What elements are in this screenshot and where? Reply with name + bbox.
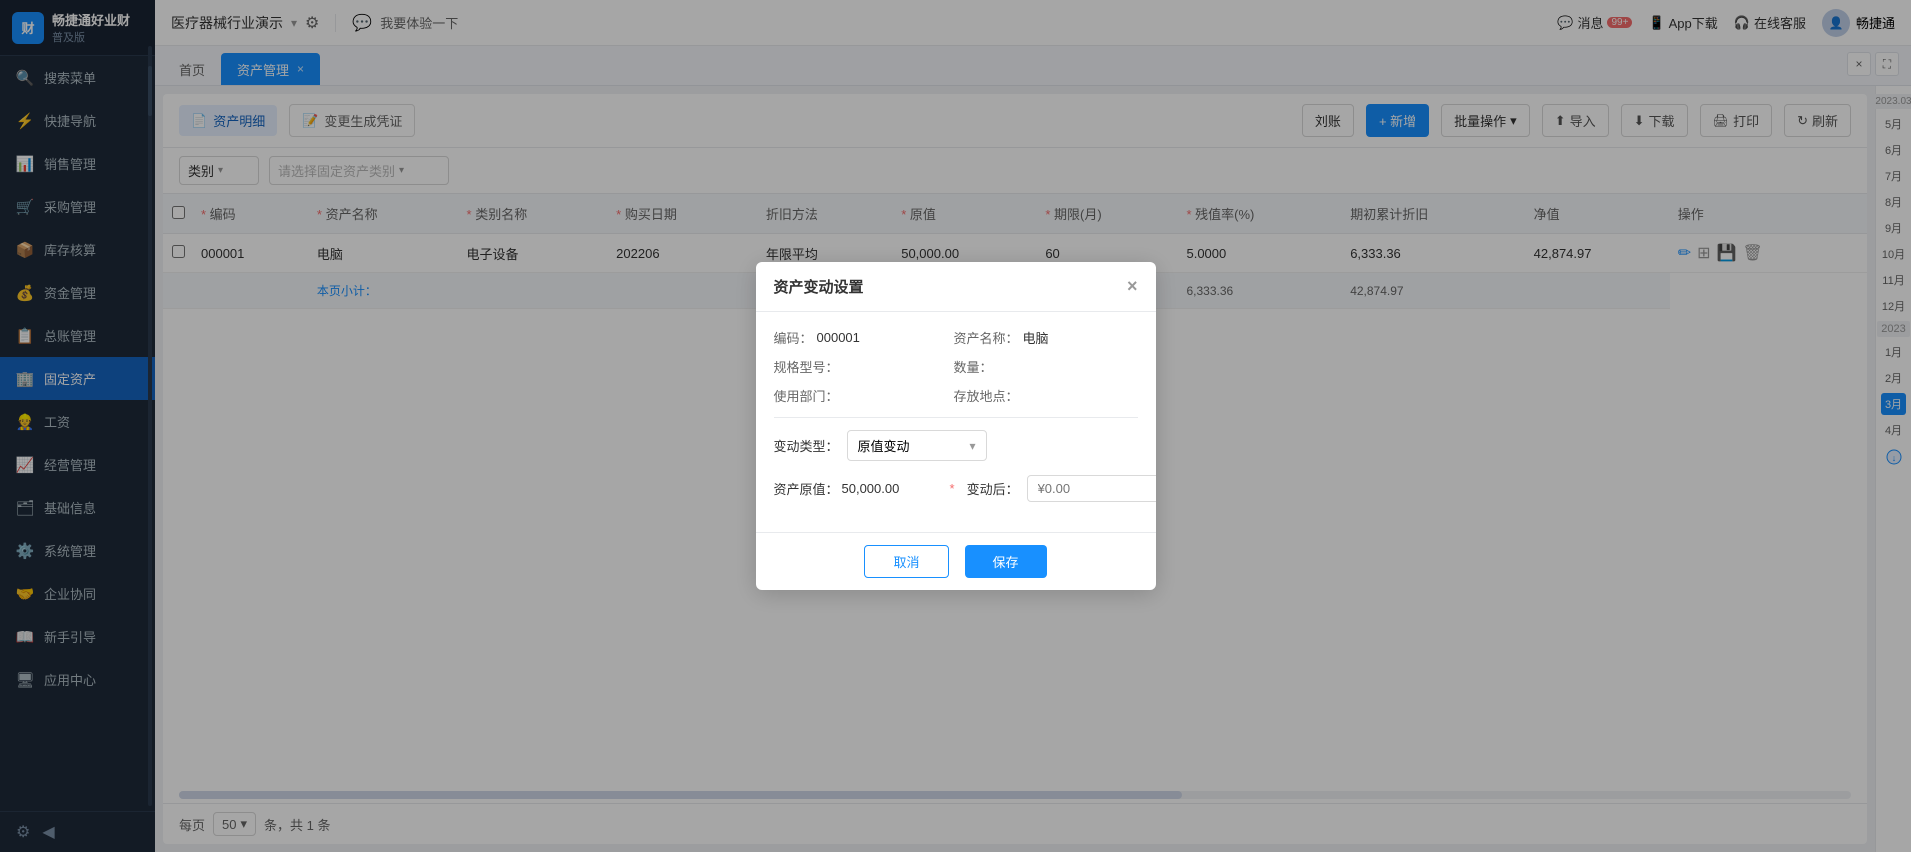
dialog-original-value-label: 资产原值： — [774, 479, 834, 498]
dialog-spec-label: 规格型号： — [774, 357, 839, 376]
dialog-after-change-label: 变动后： — [967, 479, 1019, 498]
dialog-code-label: 编码： — [774, 328, 813, 347]
dialog-assetname-value: 电脑 — [1023, 328, 1049, 347]
dialog-change-type-value: 原值变动 — [858, 436, 910, 455]
dialog-code-item: 编码： 000001 — [774, 328, 934, 347]
cancel-button[interactable]: 取消 — [864, 545, 948, 578]
dialog-change-type-label: 变动类型： — [774, 436, 839, 455]
change-type-arrow-icon: ▾ — [969, 439, 975, 453]
dialog-info-row-3: 使用部门： 存放地点： — [774, 386, 1138, 405]
dialog-info-row-1: 编码： 000001 资产名称： 电脑 — [774, 328, 1138, 347]
dialog-title: 资产变动设置 — [774, 276, 864, 297]
dialog-dept-label: 使用部门： — [774, 386, 839, 405]
dialog-dept-item: 使用部门： — [774, 386, 934, 405]
dialog-quantity-label: 数量： — [954, 357, 993, 376]
dialog-original-value-value: 50,000.00 — [842, 476, 942, 501]
dialog-close-btn[interactable]: × — [1127, 276, 1138, 297]
save-button[interactable]: 保存 — [965, 545, 1047, 578]
dialog-assetname-item: 资产名称： 电脑 — [954, 328, 1114, 347]
dialog-change-type-row: 变动类型： 原值变动 ▾ — [774, 430, 1138, 461]
dialog-divider — [774, 417, 1138, 418]
dialog-header: 资产变动设置 × — [756, 262, 1156, 312]
modal-overlay: 资产变动设置 × 编码： 000001 资产名称： 电脑 规格型号： — [0, 0, 1911, 852]
dialog-location-label: 存放地点： — [954, 386, 1019, 405]
dialog-location-item: 存放地点： — [954, 386, 1114, 405]
asset-change-dialog: 资产变动设置 × 编码： 000001 资产名称： 电脑 规格型号： — [756, 262, 1156, 590]
dialog-after-change-input[interactable] — [1027, 475, 1156, 502]
dialog-body: 编码： 000001 资产名称： 电脑 规格型号： 数量： — [756, 312, 1156, 532]
dialog-change-type-select[interactable]: 原值变动 ▾ — [847, 430, 987, 461]
dialog-after-required-star: * — [950, 481, 955, 496]
dialog-spec-item: 规格型号： — [774, 357, 934, 376]
dialog-info-row-2: 规格型号： 数量： — [774, 357, 1138, 376]
dialog-code-value: 000001 — [817, 330, 860, 345]
dialog-values-row: 资产原值： 50,000.00 * 变动后： — [774, 475, 1138, 502]
dialog-quantity-item: 数量： — [954, 357, 1114, 376]
dialog-footer: 取消 保存 — [756, 532, 1156, 590]
dialog-assetname-label: 资产名称： — [954, 328, 1019, 347]
